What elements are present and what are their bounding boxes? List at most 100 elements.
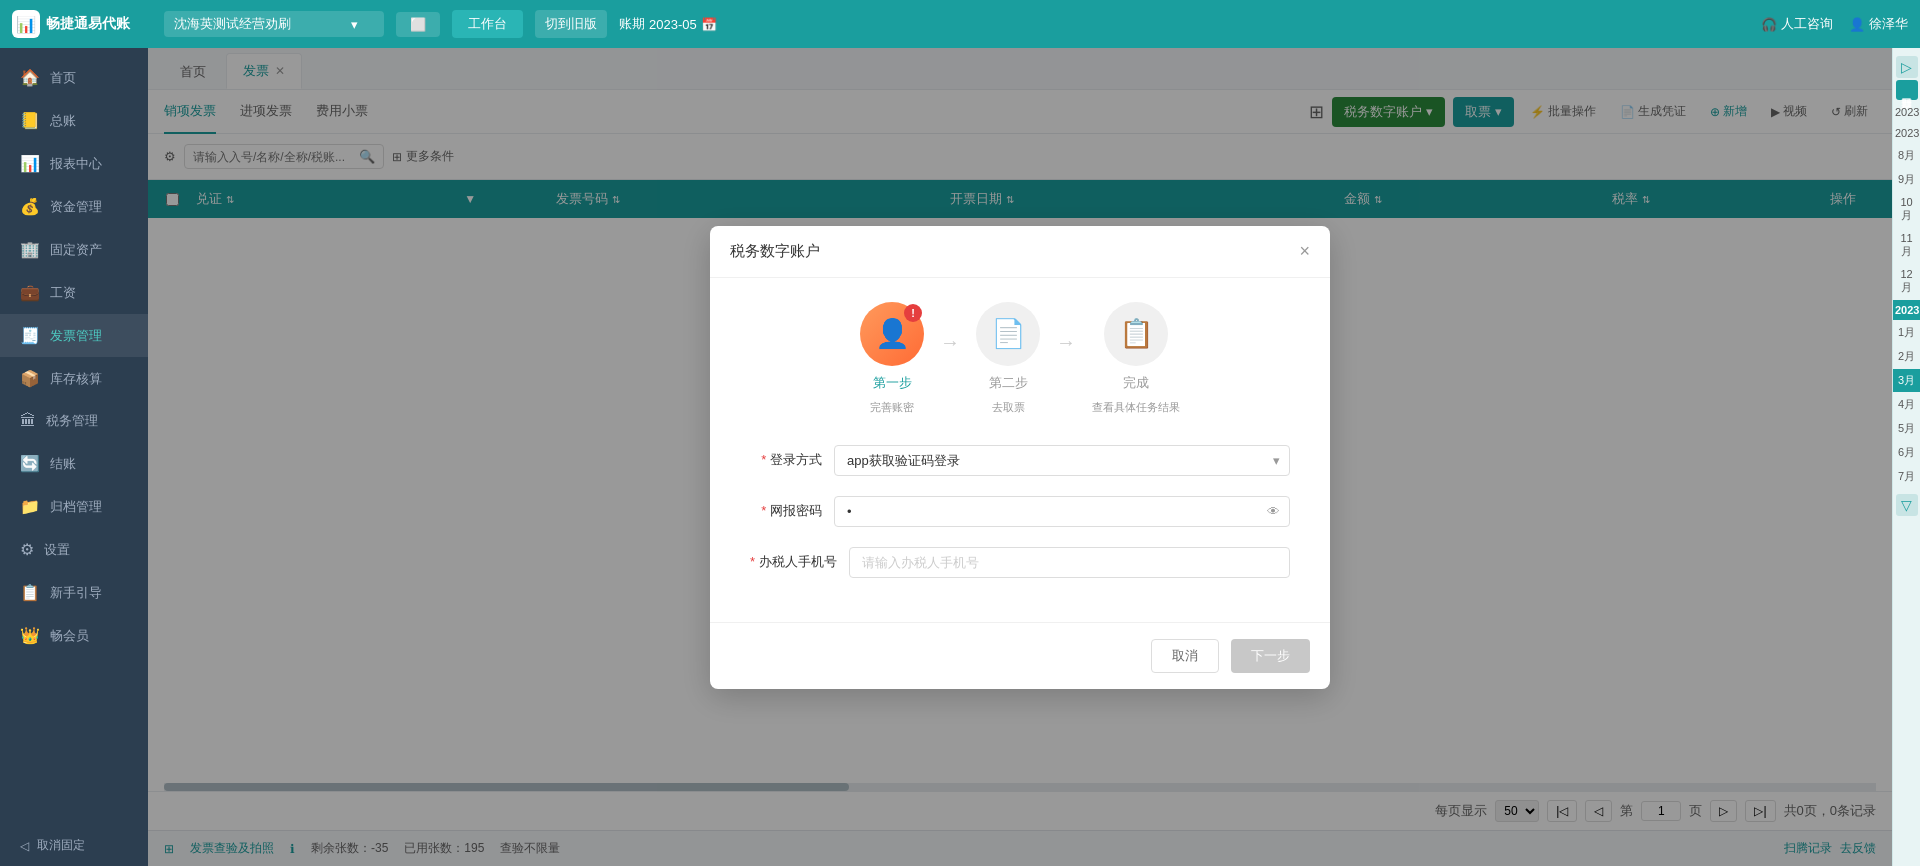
period-item-2[interactable]: 2月 [1893, 345, 1920, 368]
period-item-4[interactable]: 4月 [1893, 393, 1920, 416]
eye-icon[interactable]: 👁 [1267, 504, 1280, 519]
modal-header: 税务数字账户 × [710, 226, 1330, 278]
calendar-icon[interactable]: 📅 [701, 17, 717, 32]
step-1-icon: 👤 [875, 317, 910, 350]
next-button[interactable]: 下一步 [1231, 639, 1310, 673]
vip-icon: 👑 [20, 626, 40, 645]
sidebar-item-settlement[interactable]: 🔄 结账 [0, 442, 148, 485]
collapse-right-panel-button[interactable]: ▷ [1896, 56, 1918, 78]
modal-title: 税务数字账户 [730, 242, 820, 261]
step-3: 📋 完成 查看具体任务结果 [1092, 302, 1180, 415]
period-item-2023-03-a[interactable]: 2023.03 [1893, 102, 1920, 122]
step-arrow-1: → [924, 331, 976, 354]
phone-label: 办税人手机号 [750, 553, 837, 571]
copy-button[interactable]: ⬜ [396, 12, 440, 37]
inventory-icon: 📦 [20, 369, 40, 388]
settlement-icon: 🔄 [20, 454, 40, 473]
switch-version-button[interactable]: 切到旧版 [535, 10, 607, 38]
modal-body: 👤 ! 第一步 完善账密 → 📄 第二步 去取票 → [710, 278, 1330, 622]
period-item-5[interactable]: 5月 [1893, 417, 1920, 440]
app-logo-icon: 📊 [12, 10, 40, 38]
period-value: 2023-05 [649, 17, 697, 32]
period-item-2023-03-b[interactable]: 2023.03 [1893, 123, 1920, 143]
company-selector[interactable]: 沈海英测试经营劝刷 ▾ [164, 11, 384, 37]
period-item-6[interactable]: 6月 [1893, 441, 1920, 464]
period-item-12[interactable]: 12月 [1893, 264, 1920, 299]
step-3-icon: 📋 [1119, 317, 1154, 350]
steps-bar: 👤 ! 第一步 完善账密 → 📄 第二步 去取票 → [750, 302, 1290, 415]
service-label: 人工咨询 [1781, 15, 1833, 33]
period-item-2023[interactable]: 2023 [1893, 300, 1920, 320]
settings-icon: ⚙ [20, 540, 34, 559]
sidebar-item-tax[interactable]: 🏛 税务管理 [0, 400, 148, 442]
login-method-select[interactable]: app获取验证码登录 [834, 445, 1290, 476]
reports-icon: 📊 [20, 154, 40, 173]
workbench-button[interactable]: 工作台 [452, 10, 523, 38]
sidebar-item-home[interactable]: 🏠 首页 [0, 56, 148, 99]
sidebar-item-inventory[interactable]: 📦 库存核算 [0, 357, 148, 400]
open-date-button[interactable]: 开票日期 [1896, 80, 1918, 100]
header-right: 🎧 人工咨询 👤 徐泽华 [1761, 15, 1908, 33]
period-item-3[interactable]: 3月 [1893, 369, 1920, 392]
sidebar-item-vip[interactable]: 👑 畅会员 [0, 614, 148, 657]
sidebar-item-ledger[interactable]: 📒 总账 [0, 99, 148, 142]
step-1-label: 第一步 [873, 374, 912, 392]
customer-service[interactable]: 🎧 人工咨询 [1761, 15, 1833, 33]
sidebar-item-salary[interactable]: 💼 工资 [0, 271, 148, 314]
sidebar-label-home: 首页 [50, 69, 76, 87]
period-item-10[interactable]: 10月 [1893, 192, 1920, 227]
sidebar-label-settlement: 结账 [50, 455, 76, 473]
sidebar-label-salary: 工资 [50, 284, 76, 302]
guide-icon: 📋 [20, 583, 40, 602]
period-item-8[interactable]: 8月 [1893, 144, 1920, 167]
period-item-7[interactable]: 7月 [1893, 465, 1920, 488]
sidebar-item-invoice[interactable]: 🧾 发票管理 [0, 314, 148, 357]
phone-input[interactable] [849, 547, 1290, 578]
top-header: 📊 畅捷通易代账 沈海英测试经营劝刷 ▾ ⬜ 工作台 切到旧版 账期 2023-… [0, 0, 1920, 48]
assets-icon: 🏢 [20, 240, 40, 259]
sidebar-label-archive: 归档管理 [50, 498, 102, 516]
sidebar-item-settings[interactable]: ⚙ 设置 [0, 528, 148, 571]
step-1-desc: 完善账密 [870, 400, 914, 415]
modal-footer: 取消 下一步 [710, 622, 1330, 689]
user-name: 徐泽华 [1869, 15, 1908, 33]
invoice-icon: 🧾 [20, 326, 40, 345]
step-3-label: 完成 [1123, 374, 1149, 392]
step-2-label: 第二步 [989, 374, 1028, 392]
step-2: 📄 第二步 去取票 [976, 302, 1040, 415]
step-3-desc: 查看具体任务结果 [1092, 400, 1180, 415]
cancel-button[interactable]: 取消 [1151, 639, 1219, 673]
user-info[interactable]: 👤 徐泽华 [1849, 15, 1908, 33]
archive-icon: 📁 [20, 497, 40, 516]
modal-close-button[interactable]: × [1299, 242, 1310, 260]
company-name: 沈海英测试经营劝刷 [174, 15, 291, 33]
right-panel: ▷ 开票日期 2023.03 2023.03 8月 9月 10月 11月 12月… [1892, 48, 1920, 866]
step-2-icon-wrap: 📄 [976, 302, 1040, 366]
sidebar: 🏠 首页 📒 总账 📊 报表中心 💰 资金管理 🏢 固定资产 💼 工资 🧾 发票… [0, 48, 148, 866]
step-2-icon: 📄 [991, 317, 1026, 350]
sidebar-label-settings: 设置 [44, 541, 70, 559]
sidebar-item-archive[interactable]: 📁 归档管理 [0, 485, 148, 528]
app-logo: 📊 畅捷通易代账 [12, 10, 152, 38]
phone-wrap [849, 547, 1290, 578]
period-item-11[interactable]: 11月 [1893, 228, 1920, 263]
tax-digital-modal: 税务数字账户 × 👤 ! 第一步 完善账密 → [710, 226, 1330, 689]
period-item-1[interactable]: 1月 [1893, 321, 1920, 344]
funds-icon: 💰 [20, 197, 40, 216]
phone-field: 办税人手机号 [750, 547, 1290, 578]
sidebar-item-reports[interactable]: 📊 报表中心 [0, 142, 148, 185]
password-input[interactable] [834, 496, 1290, 527]
period-item-9[interactable]: 9月 [1893, 168, 1920, 191]
sidebar-label-invoice: 发票管理 [50, 327, 102, 345]
sidebar-label-vip: 畅会员 [50, 627, 89, 645]
sidebar-bottom-pin[interactable]: ◁ 取消固定 [0, 825, 148, 866]
sidebar-item-funds[interactable]: 💰 资金管理 [0, 185, 148, 228]
login-method-wrap: app获取验证码登录 ▾ [834, 445, 1290, 476]
modal-overlay: 税务数字账户 × 👤 ! 第一步 完善账密 → [148, 48, 1892, 866]
tax-icon: 🏛 [20, 412, 36, 430]
password-field: 网报密码 👁 [750, 496, 1290, 527]
sidebar-item-assets[interactable]: 🏢 固定资产 [0, 228, 148, 271]
expand-more-button[interactable]: ▽ [1896, 494, 1918, 516]
sidebar-item-guide[interactable]: 📋 新手引导 [0, 571, 148, 614]
step-1-error-badge: ! [904, 304, 922, 322]
